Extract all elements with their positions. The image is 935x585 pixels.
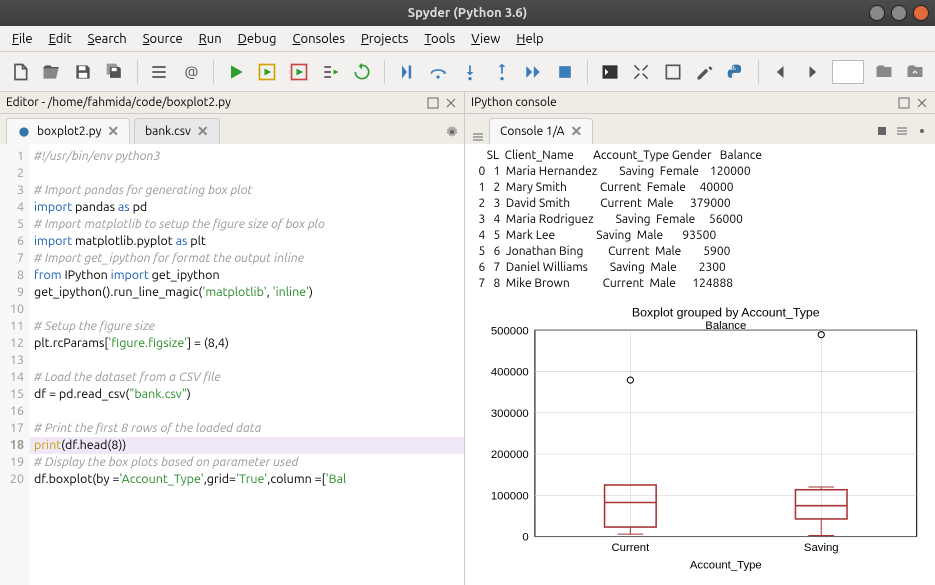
tab-bankcsv[interactable]: bank.csv ✕ [134, 118, 219, 144]
menu-consoles[interactable]: Consoles [287, 30, 351, 48]
window-controls [869, 5, 929, 21]
browse-dir-button[interactable] [872, 60, 896, 84]
at-button[interactable]: @ [179, 60, 203, 84]
svg-text:0: 0 [522, 532, 528, 544]
line-gutter: 1234567891011121314151617181920 [0, 144, 30, 585]
run-cell-advance-button[interactable] [287, 60, 311, 84]
menu-run[interactable]: Run [193, 30, 228, 48]
svg-text:300000: 300000 [491, 408, 529, 420]
close-tab-icon[interactable]: ✕ [570, 123, 582, 140]
debug-button[interactable] [395, 60, 419, 84]
svg-text:@: @ [184, 63, 198, 80]
maximize-button[interactable] [891, 5, 907, 21]
save-button[interactable] [71, 60, 95, 84]
forward-button[interactable] [801, 60, 825, 84]
tab-label: Console 1/A [500, 125, 564, 138]
code-content[interactable]: #!/usr/bin/env python3 # Import pandas f… [30, 144, 464, 585]
new-file-button[interactable] [8, 60, 32, 84]
separator [137, 60, 138, 84]
browse-tabs-icon[interactable] [471, 130, 489, 144]
svg-text:200000: 200000 [491, 449, 529, 461]
step-over-button[interactable] [427, 60, 451, 84]
svg-text:Account_Type: Account_Type [690, 560, 762, 572]
step-into-button[interactable] [458, 60, 482, 84]
rerun-button[interactable] [350, 60, 374, 84]
menu-view[interactable]: View [465, 30, 506, 48]
console-output-table: SL Client_Name Account_Type Gender Balan… [473, 148, 927, 292]
editor-tabbar: boxplot2.py ✕ bank.csv ✕ [0, 114, 464, 144]
close-tab-icon[interactable]: ✕ [107, 123, 119, 140]
python-file-icon [17, 125, 31, 139]
open-file-button[interactable] [40, 60, 64, 84]
tab-label: bank.csv [145, 125, 191, 138]
menu-help[interactable]: Help [510, 30, 549, 48]
console-tabbar: Console 1/A ✕ [465, 114, 935, 144]
tab-console1a[interactable]: Console 1/A ✕ [489, 118, 593, 144]
run-selection-button[interactable] [319, 60, 343, 84]
minimize-button[interactable] [869, 5, 885, 21]
svg-text:500000: 500000 [491, 325, 529, 337]
menu-file[interactable]: File [6, 30, 39, 48]
stop-debug-button[interactable] [553, 60, 577, 84]
editor-header-title: Editor - /home/fahmida/code/boxplot2.py [6, 96, 231, 109]
separator [213, 60, 214, 84]
toolbar: @ [0, 52, 935, 92]
menu-edit[interactable]: Edit [43, 30, 78, 48]
maximize-pane-button[interactable] [629, 60, 653, 84]
menu-debug[interactable]: Debug [232, 30, 283, 48]
restore-pane-icon[interactable] [426, 96, 440, 110]
stop-kernel-icon[interactable] [875, 124, 889, 138]
window-title: Spyder (Python 3.6) [408, 6, 527, 20]
terminal-button[interactable] [598, 60, 622, 84]
console-content[interactable]: SL Client_Name Account_Type Gender Balan… [465, 144, 935, 585]
menu-search[interactable]: Search [82, 30, 133, 48]
console-header: IPython console [465, 92, 935, 114]
menu-tools[interactable]: Tools [418, 30, 461, 48]
continue-button[interactable] [522, 60, 546, 84]
titlebar: Spyder (Python 3.6) [0, 0, 935, 26]
close-pane-icon[interactable] [915, 96, 929, 110]
python-path-button[interactable] [724, 60, 748, 84]
menubar: FileEditSearchSourceRunDebugConsolesProj… [0, 26, 935, 52]
separator [587, 60, 588, 84]
working-dir-dropdown[interactable] [832, 60, 864, 84]
step-out-button[interactable] [490, 60, 514, 84]
separator [758, 60, 759, 84]
fullscreen-button[interactable] [661, 60, 685, 84]
tab-label: boxplot2.py [37, 125, 101, 138]
editor-header: Editor - /home/fahmida/code/boxplot2.py [0, 92, 464, 114]
svg-text:400000: 400000 [491, 367, 529, 379]
close-pane-icon[interactable] [444, 96, 458, 110]
preferences-button[interactable] [693, 60, 717, 84]
parent-dir-button[interactable] [903, 60, 927, 84]
menu-projects[interactable]: Projects [355, 30, 414, 48]
back-button[interactable] [769, 60, 793, 84]
editor-area[interactable]: 1234567891011121314151617181920 #!/usr/b… [0, 144, 464, 585]
save-all-button[interactable] [103, 60, 127, 84]
run-button[interactable] [224, 60, 248, 84]
menu-source[interactable]: Source [137, 30, 189, 48]
svg-text:100000: 100000 [491, 490, 529, 502]
close-button[interactable] [913, 5, 929, 21]
console-gear-icon[interactable] [915, 124, 929, 138]
editor-panel: Editor - /home/fahmida/code/boxplot2.py … [0, 92, 465, 585]
close-tab-icon[interactable]: ✕ [197, 123, 209, 140]
boxplot-chart: Boxplot grouped by Account_TypeBalance01… [473, 296, 927, 581]
run-cell-button[interactable] [255, 60, 279, 84]
tab-boxplot2[interactable]: boxplot2.py ✕ [6, 118, 130, 144]
svg-text:Current: Current [611, 542, 650, 554]
console-header-title: IPython console [471, 96, 557, 109]
restore-pane-icon[interactable] [897, 96, 911, 110]
options-icon[interactable] [895, 124, 909, 138]
svg-text:Boxplot grouped by Account_Typ: Boxplot grouped by Account_Type [632, 306, 820, 320]
editor-gear-icon[interactable] [444, 124, 458, 138]
list-button[interactable] [148, 60, 172, 84]
console-panel: IPython console Console 1/A ✕ SL Client_… [465, 92, 935, 585]
svg-text:Saving: Saving [804, 542, 839, 554]
separator [384, 60, 385, 84]
